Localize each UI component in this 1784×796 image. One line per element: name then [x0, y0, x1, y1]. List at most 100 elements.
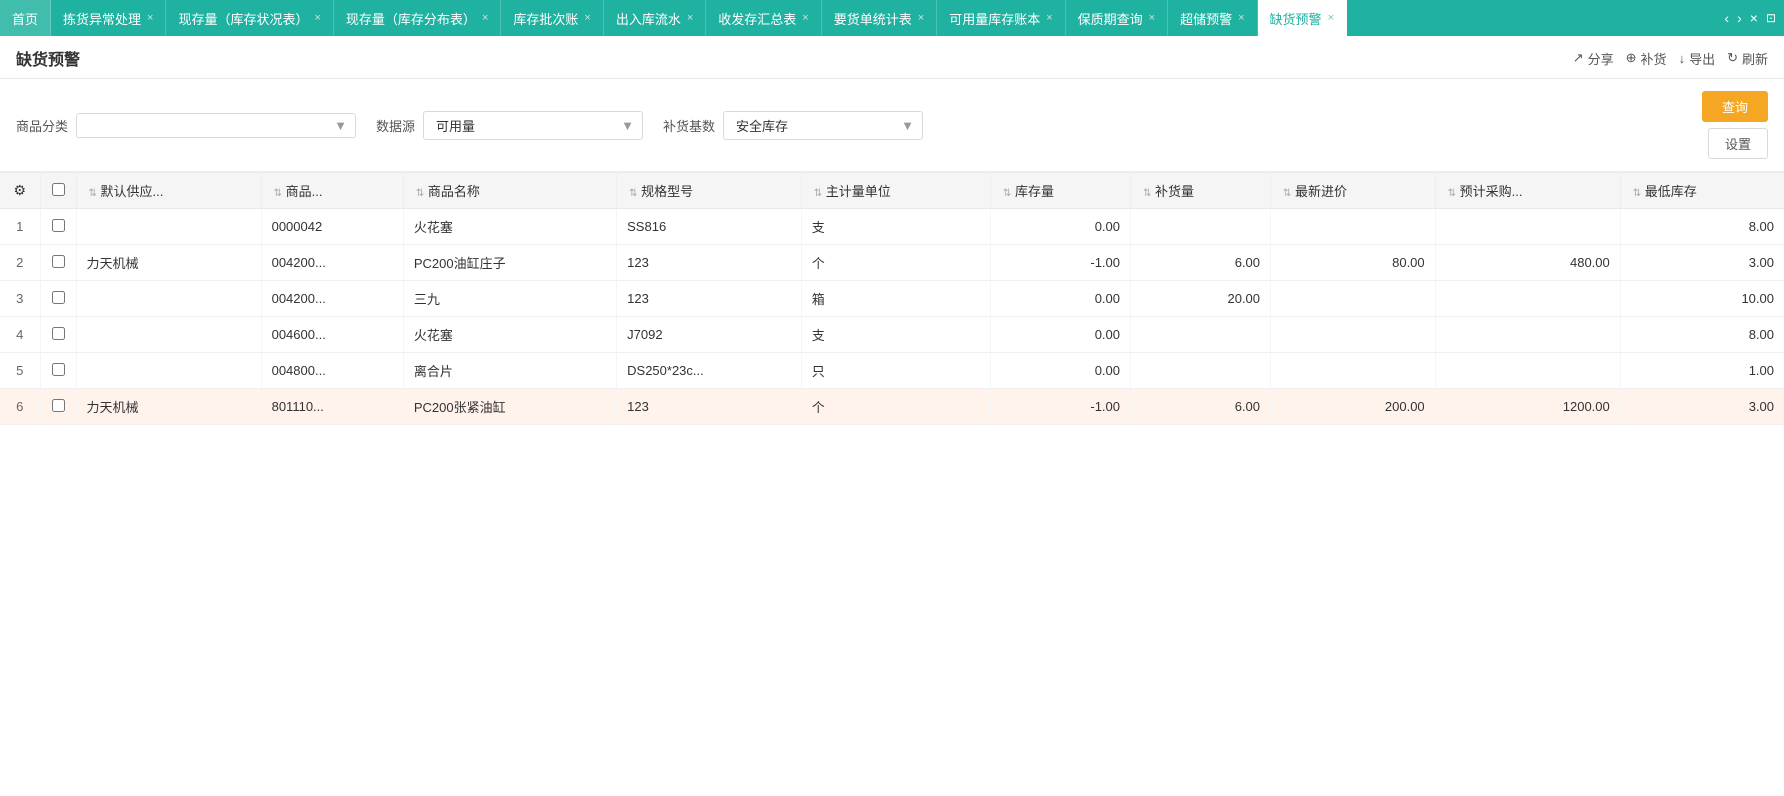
row-price-3: [1271, 281, 1436, 317]
row-spec-6: 123: [617, 389, 802, 425]
row-stock-1: 0.00: [990, 209, 1130, 245]
sort-stock-icon: ⇅: [1003, 188, 1011, 199]
tab-prev-button[interactable]: ‹: [1720, 0, 1733, 36]
row-sku-6: 801110...: [261, 389, 403, 425]
row-name-5: 离合片: [403, 353, 616, 389]
row-num-2: 2: [0, 245, 40, 281]
row-name-6: PC200张紧油缸: [403, 389, 616, 425]
row-replen-3: 20.00: [1131, 281, 1271, 317]
col-header-minstock[interactable]: ⇅ 最低库存: [1620, 173, 1784, 209]
row-select-checkbox-2[interactable]: [52, 255, 65, 268]
tab-batch-account[interactable]: 库存批次账 ×: [501, 0, 603, 36]
col-header-spec[interactable]: ⇅ 规格型号: [617, 173, 802, 209]
share-icon: ↗: [1573, 50, 1584, 66]
tab-inventory-dist[interactable]: 现存量（库存分布表） ×: [334, 0, 501, 36]
sort-replen-icon: ⇅: [1143, 188, 1151, 199]
gear-icon: ⚙: [13, 182, 26, 198]
tab-expiry-query[interactable]: 保质期查询 ×: [1066, 0, 1168, 36]
settings-button[interactable]: 设置: [1708, 128, 1768, 159]
row-supplier-3: [76, 281, 261, 317]
datasource-select[interactable]: 可用量 ▼: [423, 111, 643, 140]
replenish-button[interactable]: ⊕ 补货: [1626, 49, 1667, 68]
tab-close-shortage[interactable]: ×: [1328, 12, 1334, 24]
filter-datasource-group: 数据源 可用量 ▼: [376, 111, 643, 140]
tab-close-all-button[interactable]: ⊡: [1762, 0, 1780, 36]
tab-close-expiry-query[interactable]: ×: [1149, 12, 1155, 24]
row-select-checkbox-1[interactable]: [52, 219, 65, 232]
row-replen-6: 6.00: [1131, 389, 1271, 425]
row-supplier-4: [76, 317, 261, 353]
row-select-checkbox-5[interactable]: [52, 363, 65, 376]
category-select[interactable]: ▼: [76, 113, 356, 138]
tab-receive-summary[interactable]: 收发存汇总表 ×: [706, 0, 821, 36]
row-select-checkbox-6[interactable]: [52, 399, 65, 412]
row-checkbox-1[interactable]: [40, 209, 76, 245]
tab-home[interactable]: 首页: [0, 0, 51, 36]
col-header-supplier[interactable]: ⇅ 默认供应...: [76, 173, 261, 209]
row-select-checkbox-3[interactable]: [52, 291, 65, 304]
table-wrapper: ⚙ ⇅ 默认供应... ⇅ 商品... ⇅ 商品名称: [0, 172, 1784, 425]
tab-close-exception[interactable]: ×: [147, 12, 153, 24]
row-purchase-1: [1435, 209, 1620, 245]
filter-category-label: 商品分类: [16, 116, 68, 135]
replenish-base-value: 安全库存: [736, 116, 788, 135]
row-checkbox-2[interactable]: [40, 245, 76, 281]
tab-next-button[interactable]: ›: [1733, 0, 1746, 36]
filter-area: 商品分类 ▼ 数据源 可用量 ▼ 补货基数 安全库存 ▼ 查询 设置: [0, 79, 1784, 172]
tab-close-in-out-flow[interactable]: ×: [687, 12, 693, 24]
tab-close-others-button[interactable]: ×: [1746, 0, 1762, 36]
tab-inventory-status[interactable]: 现存量（库存状况表） ×: [166, 0, 333, 36]
export-button[interactable]: ↓ 导出: [1679, 49, 1716, 68]
share-button[interactable]: ↗ 分享: [1573, 49, 1614, 68]
row-select-checkbox-4[interactable]: [52, 327, 65, 340]
tab-close-batch-account[interactable]: ×: [584, 12, 590, 24]
col-header-sku[interactable]: ⇅ 商品...: [261, 173, 403, 209]
query-button[interactable]: 查询: [1702, 91, 1768, 122]
row-spec-4: J7092: [617, 317, 802, 353]
tab-overstock[interactable]: 超储预警 ×: [1168, 0, 1257, 36]
row-checkbox-4[interactable]: [40, 317, 76, 353]
col-header-stock[interactable]: ⇅ 库存量: [990, 173, 1130, 209]
data-table: ⚙ ⇅ 默认供应... ⇅ 商品... ⇅ 商品名称: [0, 172, 1784, 425]
replenish-base-select[interactable]: 安全库存 ▼: [723, 111, 923, 140]
table-header-row: ⚙ ⇅ 默认供应... ⇅ 商品... ⇅ 商品名称: [0, 173, 1784, 209]
tab-close-overstock[interactable]: ×: [1238, 12, 1244, 24]
tab-close-receive-summary[interactable]: ×: [802, 12, 808, 24]
tab-order-stat[interactable]: 要货单统计表 ×: [822, 0, 937, 36]
filter-datasource-label: 数据源: [376, 116, 415, 135]
col-header-price[interactable]: ⇅ 最新进价: [1271, 173, 1436, 209]
col-header-name[interactable]: ⇅ 商品名称: [403, 173, 616, 209]
tab-close-inventory-status[interactable]: ×: [314, 12, 320, 24]
tab-exception[interactable]: 拣货异常处理 ×: [51, 0, 166, 36]
tab-close-order-stat[interactable]: ×: [918, 12, 924, 24]
row-checkbox-5[interactable]: [40, 353, 76, 389]
tab-shortage[interactable]: 缺货预警 ×: [1258, 0, 1347, 36]
sort-name-icon: ⇅: [416, 188, 424, 199]
tab-close-inventory-dist[interactable]: ×: [482, 12, 488, 24]
col-header-unit[interactable]: ⇅ 主计量单位: [801, 173, 990, 209]
row-sku-3: 004200...: [261, 281, 403, 317]
row-replen-2: 6.00: [1131, 245, 1271, 281]
row-price-2: 80.00: [1271, 245, 1436, 281]
row-price-4: [1271, 317, 1436, 353]
col-header-replen[interactable]: ⇅ 补货量: [1131, 173, 1271, 209]
row-stock-5: 0.00: [990, 353, 1130, 389]
row-num-5: 5: [0, 353, 40, 389]
col-header-settings[interactable]: ⚙: [0, 173, 40, 209]
col-header-purchase[interactable]: ⇅ 预计采购...: [1435, 173, 1620, 209]
row-sku-5: 004800...: [261, 353, 403, 389]
row-num-1: 1: [0, 209, 40, 245]
tab-in-out-flow[interactable]: 出入库流水 ×: [604, 0, 706, 36]
tab-close-available-ledger[interactable]: ×: [1046, 12, 1052, 24]
replenish-base-arrow-icon: ▼: [901, 118, 914, 133]
row-num-4: 4: [0, 317, 40, 353]
col-header-checkbox[interactable]: [40, 173, 76, 209]
row-checkbox-3[interactable]: [40, 281, 76, 317]
refresh-button[interactable]: ↻ 刷新: [1727, 49, 1768, 68]
row-checkbox-6[interactable]: [40, 389, 76, 425]
select-all-checkbox[interactable]: [52, 183, 65, 196]
header-actions: ↗ 分享 ⊕ 补货 ↓ 导出 ↻ 刷新: [1573, 49, 1768, 68]
page-container: 缺货预警 ↗ 分享 ⊕ 补货 ↓ 导出 ↻ 刷新 商品分类: [0, 36, 1784, 796]
row-stock-3: 0.00: [990, 281, 1130, 317]
tab-available-ledger[interactable]: 可用量库存账本 ×: [937, 0, 1065, 36]
